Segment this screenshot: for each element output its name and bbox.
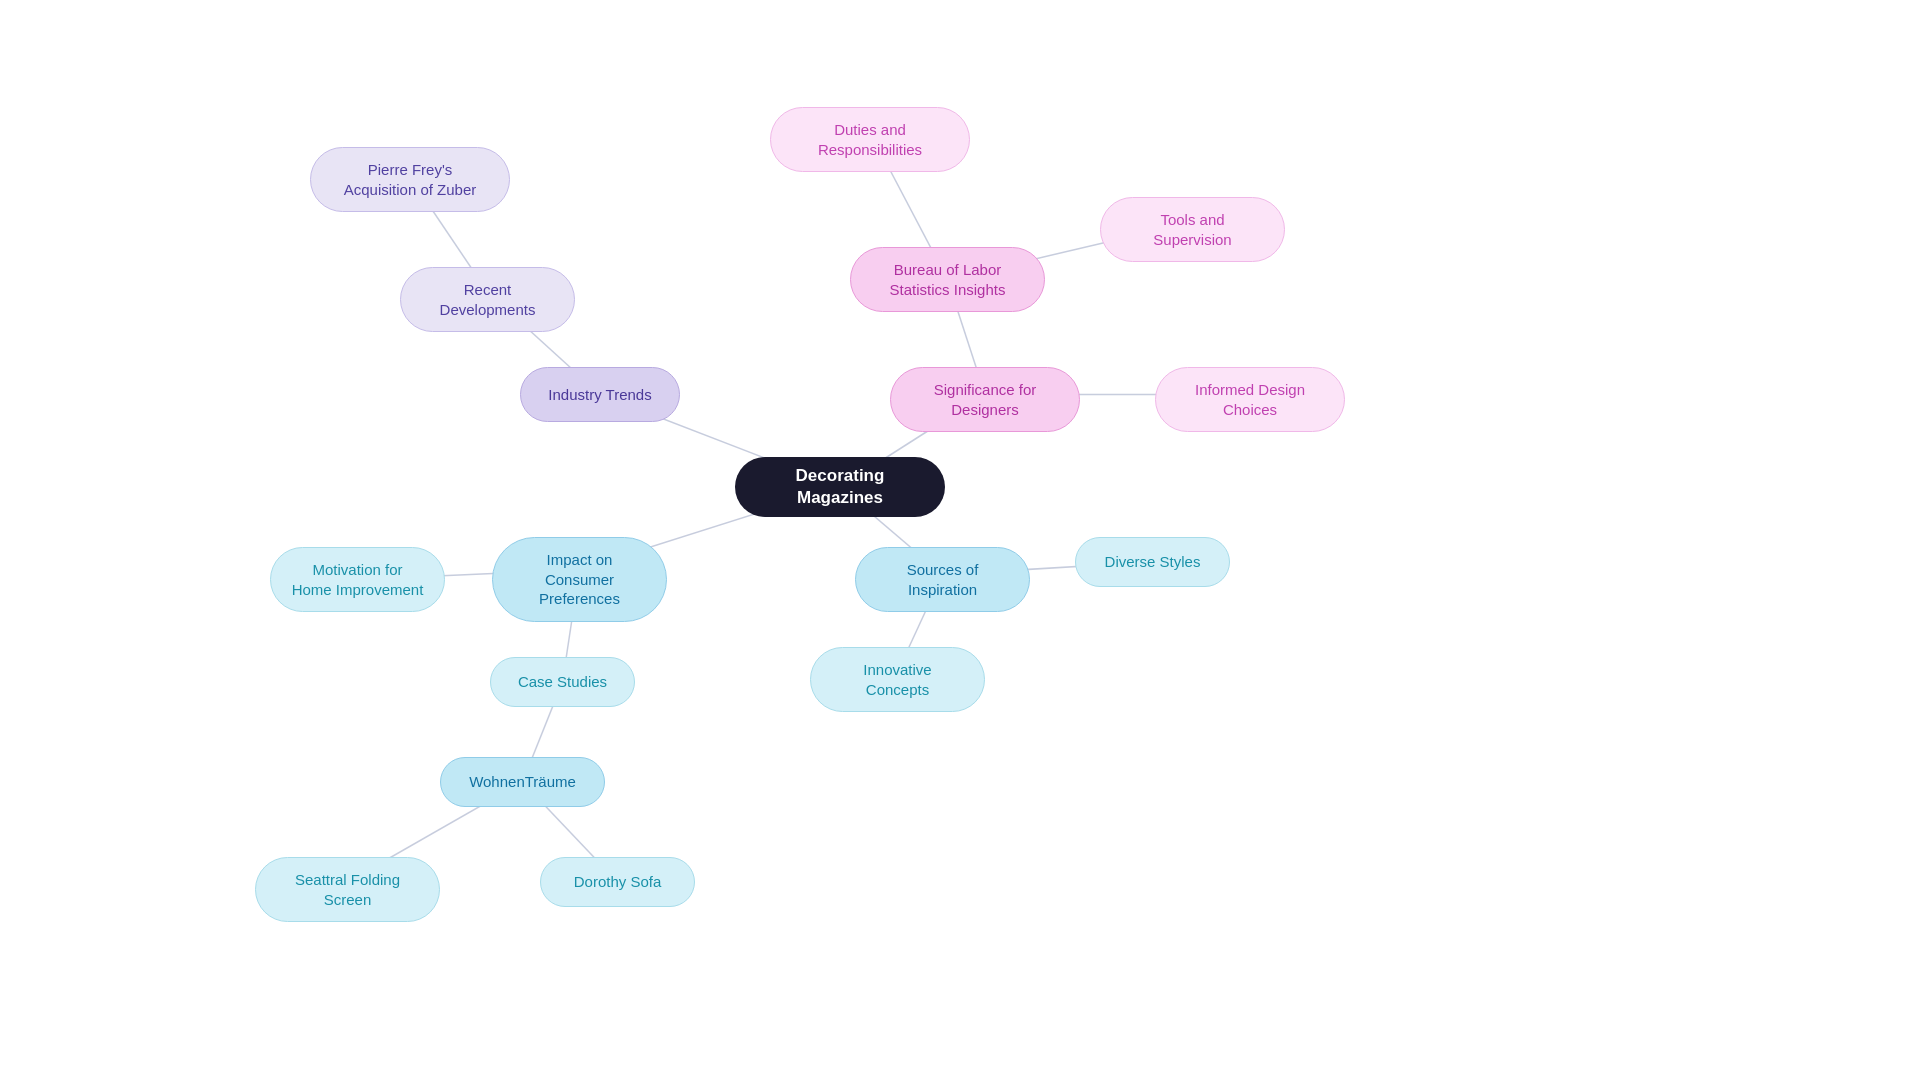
node-tools[interactable]: Tools and Supervision	[1100, 197, 1285, 262]
node-duties[interactable]: Duties and Responsibilities	[770, 107, 970, 172]
node-impact[interactable]: Impact on Consumer Preferences	[492, 537, 667, 622]
center-node[interactable]: Decorating Magazines	[735, 457, 945, 517]
node-innovative[interactable]: Innovative Concepts	[810, 647, 985, 712]
node-pierre-frey[interactable]: Pierre Frey's Acquisition of Zuber	[310, 147, 510, 212]
mind-map: Decorating Magazines Industry Trends Recen…	[0, 0, 1920, 1083]
node-dorothy[interactable]: Dorothy Sofa	[540, 857, 695, 907]
node-seattral[interactable]: Seattral Folding Screen	[255, 857, 440, 922]
node-recent-dev[interactable]: Recent Developments	[400, 267, 575, 332]
node-motivation[interactable]: Motivation for Home Improvement	[270, 547, 445, 612]
node-wohnen[interactable]: WohnenTräume	[440, 757, 605, 807]
node-significance[interactable]: Significance for Designers	[890, 367, 1080, 432]
node-bureau[interactable]: Bureau of Labor Statistics Insights	[850, 247, 1045, 312]
node-case-studies[interactable]: Case Studies	[490, 657, 635, 707]
node-informed[interactable]: Informed Design Choices	[1155, 367, 1345, 432]
node-sources[interactable]: Sources of Inspiration	[855, 547, 1030, 612]
node-industry-trends[interactable]: Industry Trends	[520, 367, 680, 422]
node-diverse[interactable]: Diverse Styles	[1075, 537, 1230, 587]
